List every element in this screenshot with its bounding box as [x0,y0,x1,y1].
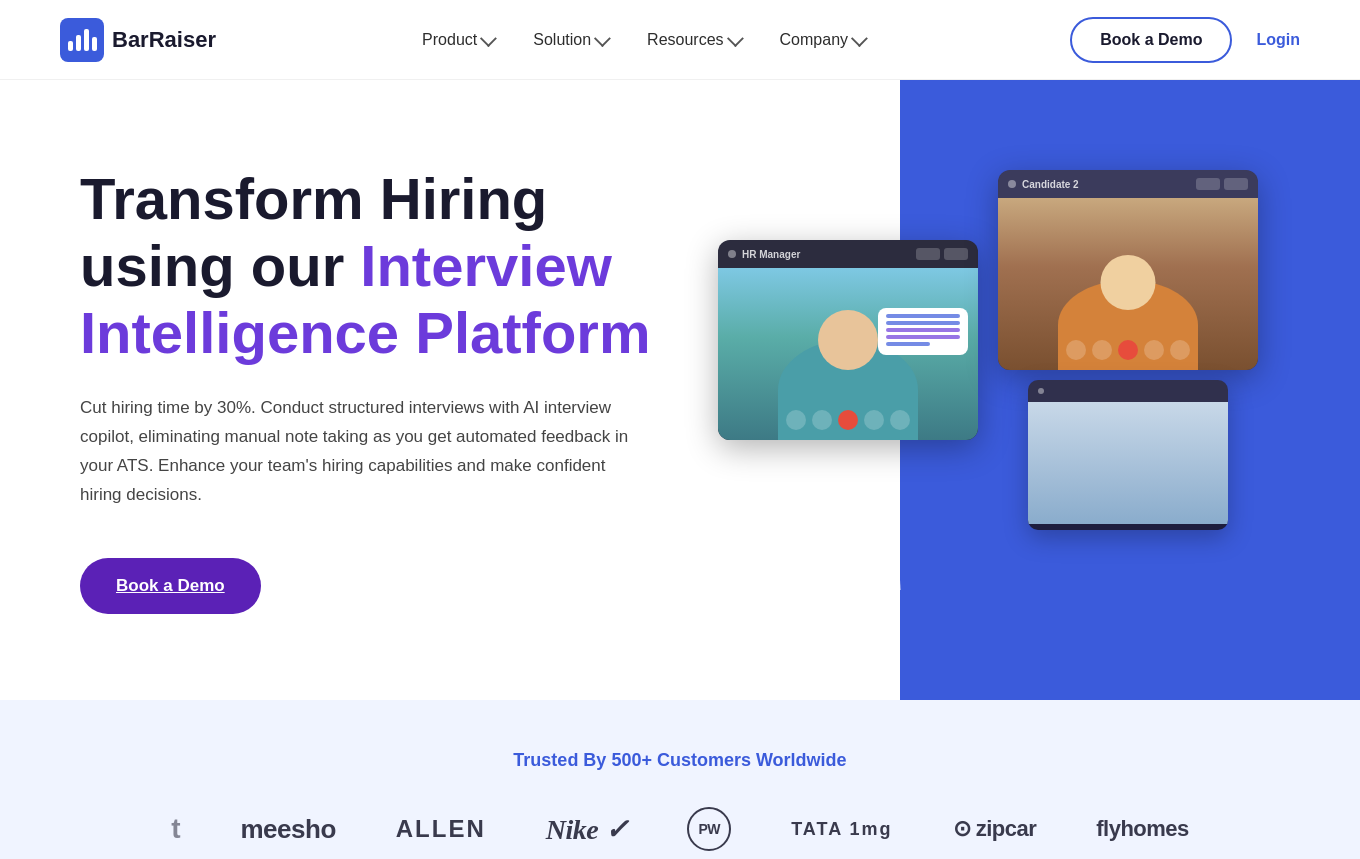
navbar: BarRaiser Product Solution Resources Com… [0,0,1360,80]
hero-bg-blue-bottom [900,590,1360,700]
hero-cards: HR Manager [718,160,1318,580]
chevron-down-icon [851,30,868,47]
allen-logo: ALLEN [396,815,486,843]
meesho-logo: meesho [241,814,336,845]
video-card-3 [1028,380,1228,530]
nav-item-company[interactable]: Company [764,23,880,57]
logo-link[interactable]: BarRaiser [60,18,216,62]
book-demo-nav-button[interactable]: Book a Demo [1070,17,1232,63]
nav-links: Product Solution Resources Company [406,23,880,57]
nav-actions: Book a Demo Login [1070,17,1300,63]
logos-row: t meesho ALLEN Nike ✓ PW TATA 1mg ⊙ zipc… [80,807,1280,851]
trusted-title: Trusted By 500+ Customers Worldwide [80,750,1280,771]
video-card-1: HR Manager [718,240,978,440]
login-button[interactable]: Login [1256,31,1300,49]
hero-visual: HR Manager [748,80,1360,700]
card-dot [1008,180,1016,188]
nav-item-solution[interactable]: Solution [517,23,623,57]
hero-title-plain: using our [80,233,360,298]
flyhomes-logo: flyhomes [1096,816,1189,842]
card1-title: HR Manager [742,249,800,260]
trusted-section: Trusted By 500+ Customers Worldwide t me… [0,700,1360,859]
logo-text: BarRaiser [112,27,216,53]
chat-bubble [878,308,968,355]
nav-item-resources[interactable]: Resources [631,23,755,57]
card-dot [1038,388,1044,394]
partial-logo: t [171,813,180,845]
card2-title: Candidate 2 [1022,179,1079,190]
zipcar-logo: ⊙ zipcar [953,816,1037,842]
nav-item-product[interactable]: Product [406,23,509,57]
hero-title: Transform Hiring using our Interview Int… [80,166,748,366]
logo-icon [60,18,104,62]
video-card-2: Candidate 2 [998,170,1258,370]
tata-logo: TATA 1mg [791,819,892,840]
chevron-down-icon [594,30,611,47]
book-demo-hero-button[interactable]: Book a Demo [80,558,261,614]
hero-text-block: Transform Hiring using our Interview Int… [0,106,748,674]
card-dot [728,250,736,258]
pw-logo: PW [687,807,731,851]
chevron-down-icon [726,30,743,47]
hero-section: Transform Hiring using our Interview Int… [0,80,1360,700]
nike-logo: Nike ✓ [546,813,627,846]
chevron-down-icon [480,30,497,47]
hero-subtitle: Cut hiring time by 30%. Conduct structur… [80,394,640,510]
